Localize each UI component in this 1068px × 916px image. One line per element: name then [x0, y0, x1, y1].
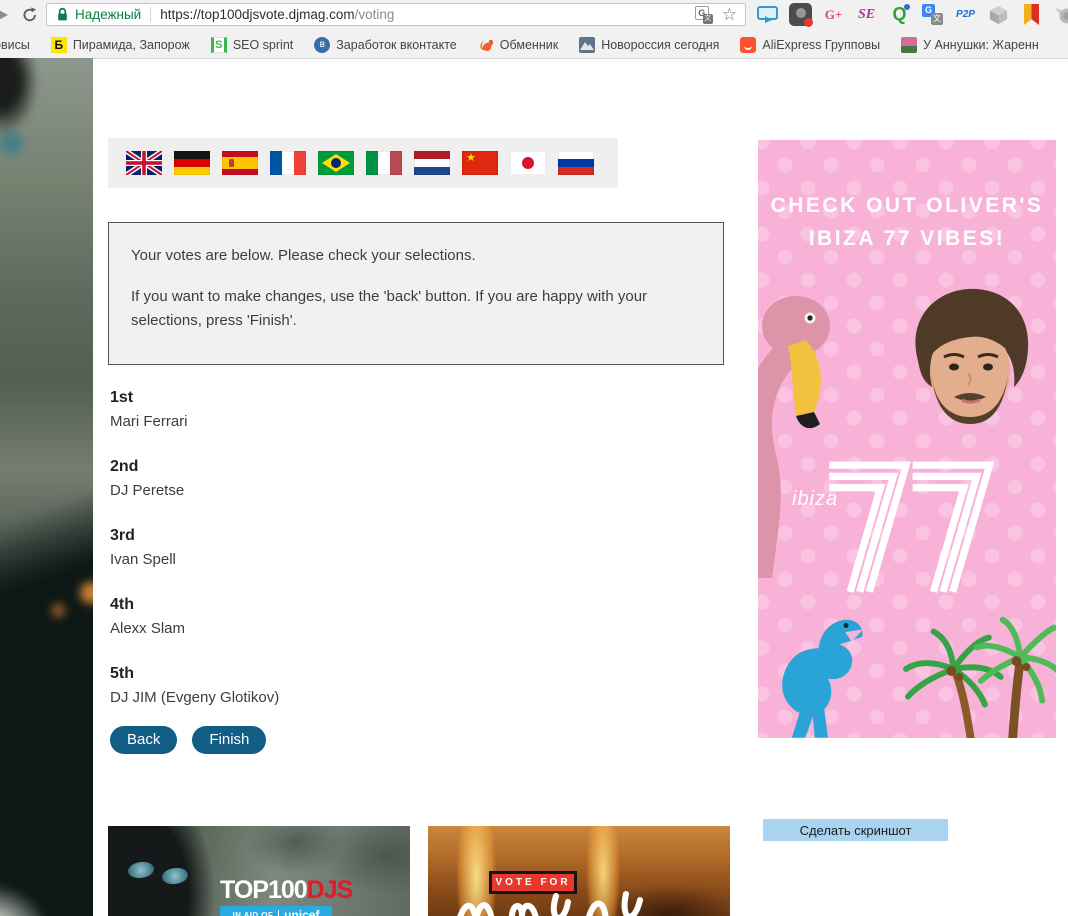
flag-uk-icon[interactable]: [124, 148, 164, 178]
vote-dj-name: Ivan Spell: [110, 551, 176, 568]
flag-italy-icon[interactable]: [366, 151, 402, 175]
vote-item: 3rd Ivan Spell: [110, 526, 279, 569]
take-screenshot-button[interactable]: Сделать скриншот: [763, 819, 948, 841]
aliexpress-favicon: [740, 36, 757, 53]
bookmark-item[interactable]: S SEO sprint: [210, 36, 293, 53]
letter-b-favicon: Б: [50, 36, 67, 53]
flag-netherlands-icon[interactable]: [414, 151, 450, 175]
extensions-row: G+ SE Q G 文 P2P: [756, 3, 1068, 27]
flag-spain-icon[interactable]: [222, 151, 258, 175]
finish-button[interactable]: Finish: [192, 726, 267, 754]
flag-france-icon[interactable]: [270, 151, 306, 175]
browser-window: Надежный https://top100djsvote.djmag.com…: [0, 0, 1068, 916]
vote-position: 3rd: [110, 527, 135, 544]
fireball-icon[interactable]: [1053, 3, 1068, 26]
vote-dj-name: DJ JIM (Evgeny Glotikov): [110, 689, 280, 706]
vote-dj-name: Alexx Slam: [110, 620, 186, 637]
bookmark-item[interactable]: рвисы: [0, 38, 30, 52]
back-button[interactable]: Back: [110, 726, 178, 754]
top100djs-logo: TOP100DJS: [220, 876, 353, 904]
p2p-icon[interactable]: P2P: [954, 3, 977, 26]
sunglasses-glint: [158, 864, 192, 888]
oliver-face-icon: [915, 288, 1029, 424]
vote-dj-name: DJ Peretse: [110, 482, 185, 499]
mountain-favicon: [579, 36, 596, 53]
url-path[interactable]: /voting: [355, 7, 395, 22]
unicef-bar: IN AID OF unicef: [220, 906, 332, 916]
script-lettering: [457, 891, 643, 916]
flag-brazil-icon[interactable]: [318, 151, 354, 175]
vote-for-banner[interactable]: VOTE FOR: [428, 826, 730, 916]
social-plus-icon[interactable]: G+: [822, 3, 845, 26]
advert-title: CHECK OUT OLIVER'S IBIZA 77 VIBES!: [770, 194, 1044, 250]
browser-toolbar: Надежный https://top100djsvote.djmag.com…: [0, 0, 1068, 30]
translate-page-icon[interactable]: G 文: [694, 6, 713, 24]
translate-wen-glyph: 文: [702, 14, 713, 24]
photo-favicon: [901, 36, 918, 53]
top100djs-banner[interactable]: TOP100DJS IN AID OF unicef: [108, 826, 410, 916]
refresh-icon[interactable]: [21, 6, 39, 24]
translate-ext-icon[interactable]: G 文: [921, 3, 944, 26]
vote-item: 4th Alexx Slam: [110, 595, 279, 638]
language-flags-bar: [108, 138, 618, 188]
se-icon[interactable]: SE: [855, 3, 878, 26]
flag-japan-icon[interactable]: [510, 151, 546, 175]
palm-trees-icon: [903, 616, 1056, 738]
screen-cast-icon[interactable]: [756, 3, 779, 26]
vote-position: 2nd: [110, 458, 139, 475]
vote-item: 5th DJ JIM (Evgeny Glotikov): [110, 664, 279, 707]
bookmark-star-icon[interactable]: ☆: [722, 3, 737, 26]
oliver-heldens-advert[interactable]: CHECK OUT OLIVER'S IBIZA 77 VIBES! ibiza: [758, 140, 1056, 738]
background-photo: [0, 58, 93, 916]
seventy-seven-logo: [829, 461, 995, 593]
seo-sprint-favicon: S: [210, 36, 227, 53]
notification-badge: [804, 18, 813, 27]
dinosaur-icon: [782, 619, 864, 738]
form-actions: Back Finish: [110, 726, 267, 754]
browser-chrome: Надежный https://top100djsvote.djmag.com…: [0, 0, 1068, 59]
bookmarks-bar: рвисы Б Пирамида, Запорож S SEO sprint в…: [0, 31, 1068, 58]
vote-position: 1st: [110, 389, 134, 406]
vote-position: 4th: [110, 596, 134, 613]
sunglasses-glint: [124, 858, 158, 882]
vote-item: 1st Mari Ferrari: [110, 388, 279, 431]
omnibox-divider: [150, 7, 152, 22]
vote-dj-name: Mari Ferrari: [110, 413, 188, 430]
security-label[interactable]: Надежный: [75, 7, 141, 22]
forward-button-icon[interactable]: [0, 7, 8, 23]
flag-russia-icon[interactable]: [558, 151, 594, 175]
bookmark-item[interactable]: в Заработок вконтакте: [314, 36, 457, 53]
secure-lock-icon: [58, 7, 67, 21]
vote-position: 5th: [110, 665, 134, 682]
bookmark-ribbon-icon[interactable]: [1020, 3, 1043, 26]
url-host[interactable]: https://top100djsvote.djmag.com: [160, 7, 354, 22]
notice-line-1: Your votes are below. Please check your …: [131, 247, 476, 264]
notice-line-2: If you want to make changes, use the 'ba…: [131, 288, 648, 329]
flag-germany-icon[interactable]: [174, 151, 210, 175]
bookmark-item[interactable]: Обменник: [478, 37, 558, 53]
vote-item: 2nd DJ Peretse: [110, 457, 279, 500]
squirrel-favicon: [478, 37, 494, 53]
cube-icon[interactable]: [987, 3, 1010, 26]
address-bar[interactable]: Надежный https://top100djsvote.djmag.com…: [46, 3, 746, 26]
flag-china-icon[interactable]: [462, 151, 498, 175]
bookmark-item[interactable]: Новороссия сегодня: [579, 36, 719, 53]
bookmark-item[interactable]: AliExpress Групповы: [740, 36, 880, 53]
q-loop-icon[interactable]: Q: [888, 3, 911, 26]
votes-notice-box: Your votes are below. Please check your …: [108, 222, 724, 365]
camera-lock-icon[interactable]: [789, 3, 813, 27]
bookmark-item[interactable]: Б Пирамида, Запорож: [50, 36, 190, 53]
coin-favicon: в: [314, 36, 331, 53]
bookmark-item[interactable]: У Аннушки: Жаренн: [901, 36, 1039, 53]
votes-list: 1st Mari Ferrari 2nd DJ Peretse 3rd Ivan…: [110, 388, 279, 733]
